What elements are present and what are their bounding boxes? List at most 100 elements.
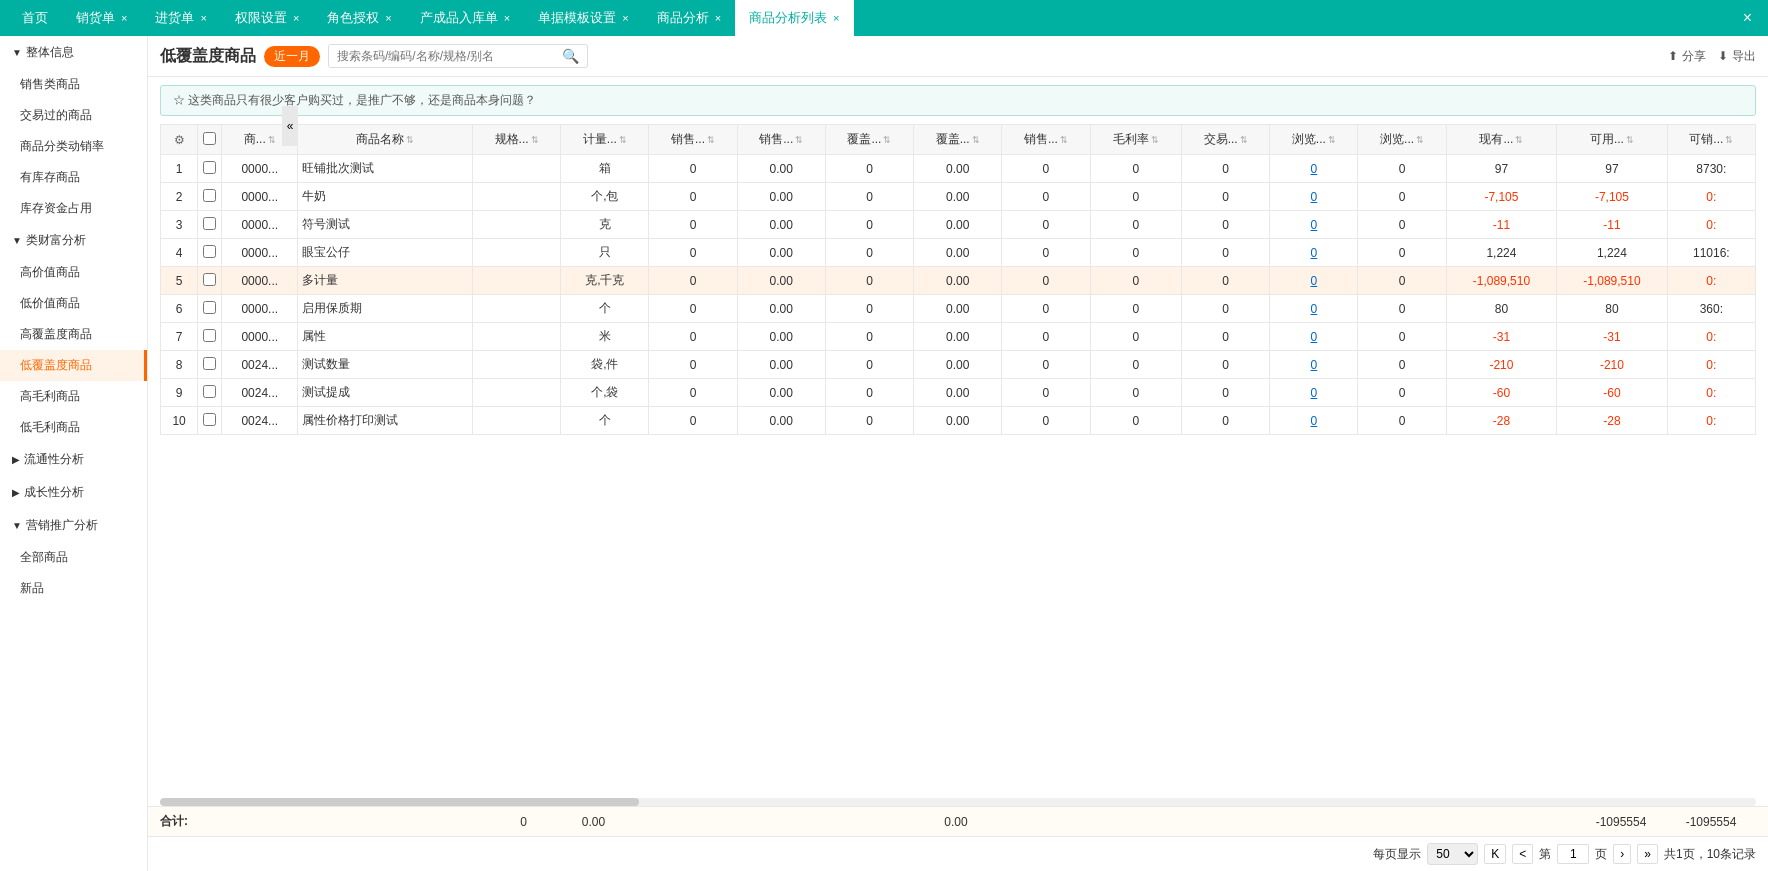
settings-icon[interactable]: ⚙ xyxy=(174,133,185,147)
page-number-input[interactable] xyxy=(1557,844,1589,864)
last-page-button[interactable]: » xyxy=(1637,844,1658,864)
sidebar-item-sales-products[interactable]: 销售类商品 xyxy=(0,69,147,100)
table-row: 5 0000... 多计量 克,千克 0 0.00 0 0.00 0 0 0 0… xyxy=(161,267,1756,295)
col-name[interactable]: 商品名称⇅ xyxy=(298,125,473,155)
row-checkbox[interactable] xyxy=(198,295,222,323)
col-sales-count[interactable]: 销售...⇅ xyxy=(649,125,737,155)
prev-page-button[interactable]: < xyxy=(1512,844,1533,864)
row-view1[interactable]: 0 xyxy=(1270,239,1358,267)
col-view1[interactable]: 浏览...⇅ xyxy=(1270,125,1358,155)
row-checkbox[interactable] xyxy=(198,267,222,295)
horizontal-scrollbar[interactable] xyxy=(160,798,1756,806)
nav-template-settings[interactable]: 单据模板设置 × xyxy=(524,0,642,36)
export-button[interactable]: ⬇ 导出 xyxy=(1718,48,1756,65)
row-checkbox[interactable] xyxy=(198,155,222,183)
close-icon[interactable]: × xyxy=(715,0,721,36)
close-icon[interactable]: × xyxy=(504,0,510,36)
sidebar-item-in-stock[interactable]: 有库存商品 xyxy=(0,162,147,193)
row-checkbox[interactable] xyxy=(198,211,222,239)
next-page-button[interactable]: › xyxy=(1613,844,1631,864)
sidebar-item-high-value[interactable]: 高价值商品 xyxy=(0,257,147,288)
search-icon[interactable]: 🔍 xyxy=(562,48,579,64)
sidebar-collapse-button[interactable]: « xyxy=(282,106,298,146)
nav-finished-goods[interactable]: 产成品入库单 × xyxy=(406,0,524,36)
row-view1[interactable]: 0 xyxy=(1270,351,1358,379)
table-row: 8 0024... 测试数量 袋,件 0 0.00 0 0.00 0 0 0 0… xyxy=(161,351,1756,379)
row-sales3: 0 xyxy=(1002,379,1090,407)
row-view1[interactable]: 0 xyxy=(1270,211,1358,239)
row-current-stock: -7,105 xyxy=(1446,183,1556,211)
sidebar-item-high-coverage[interactable]: 高覆盖度商品 xyxy=(0,319,147,350)
first-page-button[interactable]: K xyxy=(1484,844,1506,864)
search-input[interactable] xyxy=(337,49,562,63)
sidebar-item-high-margin[interactable]: 高毛利商品 xyxy=(0,381,147,412)
col-view2[interactable]: 浏览...⇅ xyxy=(1358,125,1446,155)
select-all-checkbox[interactable] xyxy=(203,132,216,145)
sidebar-group-wealth[interactable]: ▼ 类财富分析 xyxy=(0,224,147,257)
col-current-stock[interactable]: 现有...⇅ xyxy=(1446,125,1556,155)
sidebar-group-overall[interactable]: ▼ 整体信息 xyxy=(0,36,147,69)
col-saleable[interactable]: 可销...⇅ xyxy=(1667,125,1755,155)
col-cover1[interactable]: 覆盖...⇅ xyxy=(825,125,913,155)
row-checkbox[interactable] xyxy=(198,183,222,211)
col-gross-margin[interactable]: 毛利率⇅ xyxy=(1090,125,1182,155)
nav-permission-settings[interactable]: 权限设置 × xyxy=(221,0,313,36)
nav-home[interactable]: 首页 xyxy=(8,0,62,36)
scrollbar-thumb[interactable] xyxy=(160,798,639,806)
sidebar-item-low-value[interactable]: 低价值商品 xyxy=(0,288,147,319)
close-icon[interactable]: × xyxy=(293,0,299,36)
row-view1[interactable]: 0 xyxy=(1270,295,1358,323)
close-icon[interactable]: × xyxy=(622,0,628,36)
row-view1[interactable]: 0 xyxy=(1270,267,1358,295)
col-spec[interactable]: 规格...⇅ xyxy=(472,125,560,155)
row-sales-amount: 0.00 xyxy=(737,239,825,267)
col-sales-amount[interactable]: 销售...⇅ xyxy=(737,125,825,155)
nav-product-analysis[interactable]: 商品分析 × xyxy=(643,0,735,36)
col-sales3[interactable]: 销售...⇅ xyxy=(1002,125,1090,155)
sidebar-item-inventory-capital[interactable]: 库存资金占用 xyxy=(0,193,147,224)
row-view1[interactable]: 0 xyxy=(1270,407,1358,435)
row-current-stock: 97 xyxy=(1446,155,1556,183)
sidebar-group-marketing[interactable]: ▼ 营销推广分析 xyxy=(0,509,147,542)
row-checkbox[interactable] xyxy=(198,239,222,267)
col-cover2[interactable]: 覆盖...⇅ xyxy=(914,125,1002,155)
row-unit: 箱 xyxy=(561,155,649,183)
sidebar-item-traded-products[interactable]: 交易过的商品 xyxy=(0,100,147,131)
nav-sales-order[interactable]: 销货单 × xyxy=(62,0,141,36)
row-view1[interactable]: 0 xyxy=(1270,155,1358,183)
nav-purchase-order[interactable]: 进货单 × xyxy=(141,0,220,36)
sidebar-item-low-margin[interactable]: 低毛利商品 xyxy=(0,412,147,443)
row-spec xyxy=(472,351,560,379)
row-view1[interactable]: 0 xyxy=(1270,183,1358,211)
nav-role-auth[interactable]: 角色授权 × xyxy=(313,0,405,36)
close-icon[interactable]: × xyxy=(121,0,127,36)
row-checkbox[interactable] xyxy=(198,379,222,407)
row-checkbox[interactable] xyxy=(198,351,222,379)
window-close-button[interactable]: × xyxy=(1735,9,1760,27)
row-available-stock: 1,224 xyxy=(1557,239,1667,267)
sidebar-group-liquidity[interactable]: ▶ 流通性分析 xyxy=(0,443,147,476)
sidebar-group-growth[interactable]: ▶ 成长性分析 xyxy=(0,476,147,509)
close-icon[interactable]: × xyxy=(385,0,391,36)
page-size-select[interactable]: 50 100 200 xyxy=(1427,843,1478,865)
row-cover2: 0.00 xyxy=(914,155,1002,183)
col-unit[interactable]: 计量...⇅ xyxy=(561,125,649,155)
row-checkbox[interactable] xyxy=(198,323,222,351)
row-available-stock: -31 xyxy=(1557,323,1667,351)
time-filter-button[interactable]: 近一月 xyxy=(264,46,320,67)
col-available-stock[interactable]: 可用...⇅ xyxy=(1557,125,1667,155)
sidebar-item-new-products[interactable]: 新品 xyxy=(0,573,147,604)
row-view1[interactable]: 0 xyxy=(1270,323,1358,351)
sidebar-item-category-turnover[interactable]: 商品分类动销率 xyxy=(0,131,147,162)
sidebar-item-low-coverage[interactable]: 低覆盖度商品 xyxy=(0,350,147,381)
col-trade[interactable]: 交易...⇅ xyxy=(1182,125,1270,155)
close-icon[interactable]: × xyxy=(200,0,206,36)
row-checkbox[interactable] xyxy=(198,407,222,435)
col-checkbox[interactable] xyxy=(198,125,222,155)
col-settings[interactable]: ⚙ xyxy=(161,125,198,155)
nav-product-analysis-list[interactable]: 商品分析列表 × xyxy=(735,0,853,36)
close-icon[interactable]: × xyxy=(833,0,839,36)
row-view1[interactable]: 0 xyxy=(1270,379,1358,407)
share-button[interactable]: ⬆ 分享 xyxy=(1668,48,1706,65)
sidebar-item-all-products[interactable]: 全部商品 xyxy=(0,542,147,573)
